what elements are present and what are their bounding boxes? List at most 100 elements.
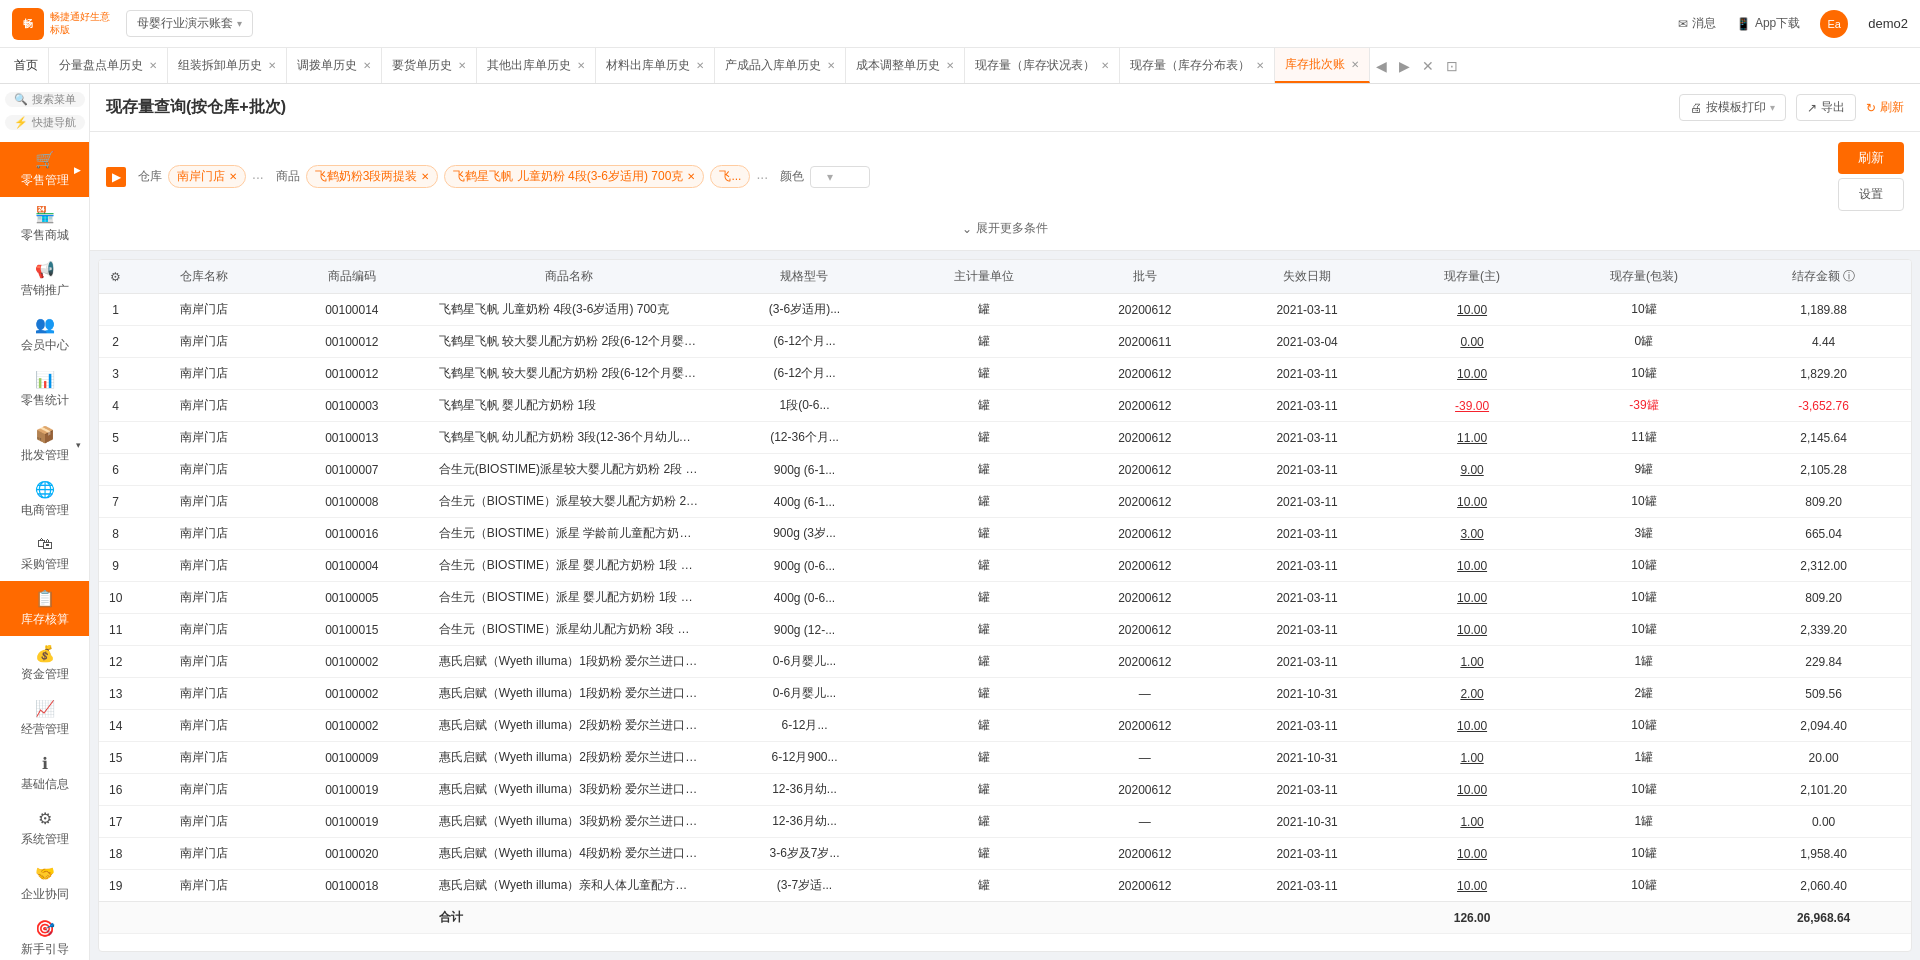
sidebar-item-marketing[interactable]: 📢 营销推广 bbox=[0, 252, 89, 307]
tab-split-inventory[interactable]: 分量盘点单历史 ✕ bbox=[49, 48, 168, 83]
tab-disassemble[interactable]: 组装拆卸单历史 ✕ bbox=[168, 48, 287, 83]
tab-transfer[interactable]: 调拨单历史 ✕ bbox=[287, 48, 382, 83]
product-tag-more[interactable]: 飞... bbox=[710, 165, 750, 188]
sidebar-item-basic-info[interactable]: ℹ 基础信息 bbox=[0, 746, 89, 801]
row-qty-main[interactable]: 2.00 bbox=[1392, 678, 1551, 710]
row-qty-main[interactable]: 10.00 bbox=[1392, 294, 1551, 326]
warehouse-more-button[interactable]: ··· bbox=[252, 169, 264, 185]
app-selector[interactable]: 母婴行业演示账套 ▾ bbox=[126, 10, 253, 37]
sidebar-nav-button[interactable]: ⚡ 快捷导航 bbox=[5, 115, 85, 130]
tab-material-out[interactable]: 材料出库单历史 ✕ bbox=[596, 48, 715, 83]
row-expire: 2021-10-31 bbox=[1222, 678, 1393, 710]
color-filter-input[interactable]: ▾ bbox=[810, 166, 870, 188]
expand-more-button[interactable]: ⌄ 展开更多条件 bbox=[106, 217, 1904, 240]
row-qty-main[interactable]: 9.00 bbox=[1392, 454, 1551, 486]
sidebar-item-member-center[interactable]: 👥 会员中心 bbox=[0, 307, 89, 362]
warehouse-tag[interactable]: 南岸门店 ✕ bbox=[168, 165, 246, 188]
sidebar-item-retail-mgmt[interactable]: 🛒 零售管理 ▶ bbox=[0, 142, 89, 197]
row-qty-main[interactable]: 11.00 bbox=[1392, 422, 1551, 454]
row-qty-main[interactable]: 10.00 bbox=[1392, 838, 1551, 870]
row-qty-main[interactable]: 1.00 bbox=[1392, 646, 1551, 678]
tab-close-icon[interactable]: ✕ bbox=[268, 60, 276, 71]
product-tag-2[interactable]: 飞鹤星飞帆 儿童奶粉 4段(3-6岁适用) 700克 ✕ bbox=[444, 165, 704, 188]
total-qty: 126.00 bbox=[1392, 902, 1551, 934]
avatar[interactable]: Ea bbox=[1820, 10, 1848, 38]
message-button[interactable]: ✉ 消息 bbox=[1678, 15, 1716, 32]
sidebar-item-ecommerce[interactable]: 🌐 电商管理 bbox=[0, 472, 89, 527]
tab-label: 材料出库单历史 bbox=[606, 57, 690, 74]
sidebar-item-retail-stats[interactable]: 📊 零售统计 bbox=[0, 362, 89, 417]
refresh-button[interactable]: ↻ 刷新 bbox=[1866, 99, 1904, 116]
warehouse-tag-close-icon[interactable]: ✕ bbox=[229, 171, 237, 182]
row-warehouse: 南岸门店 bbox=[132, 358, 275, 390]
product-tag-1[interactable]: 飞鹤奶粉3段两提装 ✕ bbox=[306, 165, 439, 188]
tab-close-icon[interactable]: ✕ bbox=[696, 60, 704, 71]
product-tag-1-close-icon[interactable]: ✕ bbox=[421, 171, 429, 182]
sidebar-item-inventory[interactable]: 📋 库存核算 bbox=[0, 581, 89, 636]
tab-close-icon[interactable]: ✕ bbox=[149, 60, 157, 71]
row-expire: 2021-03-11 bbox=[1222, 582, 1393, 614]
row-unit: 罐 bbox=[900, 422, 1068, 454]
tab-requisition[interactable]: 要货单历史 ✕ bbox=[382, 48, 477, 83]
tab-more-button[interactable]: ⊡ bbox=[1440, 48, 1464, 83]
app-download-button[interactable]: 📱 App下载 bbox=[1736, 15, 1800, 32]
row-qty-main[interactable]: 10.00 bbox=[1392, 870, 1551, 902]
row-qty-main[interactable]: 10.00 bbox=[1392, 710, 1551, 742]
row-amount: -3,652.76 bbox=[1736, 390, 1911, 422]
tab-close-icon[interactable]: ✕ bbox=[946, 60, 954, 71]
export-button[interactable]: ↗ 导出 bbox=[1796, 94, 1856, 121]
row-qty-main[interactable]: 10.00 bbox=[1392, 358, 1551, 390]
row-qty-pkg: 3罐 bbox=[1552, 518, 1736, 550]
row-name: 惠氏启赋（Wyeth illuma）亲和人体儿童配方奶粉4段（3... bbox=[429, 870, 709, 902]
tab-label: 其他出库单历史 bbox=[487, 57, 571, 74]
row-qty-main[interactable]: 10.00 bbox=[1392, 550, 1551, 582]
row-qty-main[interactable]: 1.00 bbox=[1392, 742, 1551, 774]
tab-next-button[interactable]: ▶ bbox=[1393, 48, 1416, 83]
row-qty-main[interactable]: 10.00 bbox=[1392, 614, 1551, 646]
tab-close-icon[interactable]: ✕ bbox=[458, 60, 466, 71]
product-more-button[interactable]: ··· bbox=[756, 169, 768, 185]
tab-product-in[interactable]: 产成品入库单历史 ✕ bbox=[715, 48, 846, 83]
tab-close-icon[interactable]: ✕ bbox=[363, 60, 371, 71]
row-qty-main[interactable]: 10.00 bbox=[1392, 582, 1551, 614]
row-name: 飞鹤星飞帆 较大婴儿配方奶粉 2段(6-12个月婴幼儿适用) ... bbox=[429, 358, 709, 390]
template-print-button[interactable]: 🖨 按模板打印 ▾ bbox=[1679, 94, 1786, 121]
tab-close-icon[interactable]: ✕ bbox=[827, 60, 835, 71]
tab-batch-account[interactable]: 库存批次账 ✕ bbox=[1275, 48, 1370, 83]
sidebar-item-operation[interactable]: 📈 经营管理 bbox=[0, 691, 89, 746]
row-expire: 2021-03-11 bbox=[1222, 838, 1393, 870]
tab-prev-button[interactable]: ◀ bbox=[1370, 48, 1393, 83]
sidebar-item-enterprise[interactable]: 🤝 企业协同 bbox=[0, 856, 89, 911]
sidebar-search-button[interactable]: 🔍 搜索菜单 bbox=[5, 92, 85, 107]
sidebar-item-finance[interactable]: 💰 资金管理 bbox=[0, 636, 89, 691]
tab-home[interactable]: 首页 bbox=[4, 48, 49, 83]
row-qty-main[interactable]: 0.00 bbox=[1392, 326, 1551, 358]
tab-label: 现存量（库存状况表） bbox=[975, 57, 1095, 74]
sidebar-item-retail-mall[interactable]: 🏪 零售商城 bbox=[0, 197, 89, 252]
row-qty-main[interactable]: 3.00 bbox=[1392, 518, 1551, 550]
sidebar-item-purchase[interactable]: 🛍 采购管理 bbox=[0, 527, 89, 581]
tab-cost-adjust[interactable]: 成本调整单历史 ✕ bbox=[846, 48, 965, 83]
query-button[interactable]: 刷新 bbox=[1838, 142, 1904, 174]
col-settings[interactable]: ⚙ bbox=[99, 260, 132, 294]
row-qty-main[interactable]: 10.00 bbox=[1392, 774, 1551, 806]
tab-close-all-button[interactable]: ✕ bbox=[1416, 48, 1440, 83]
tab-close-icon[interactable]: ✕ bbox=[1351, 59, 1359, 70]
filter-toggle-button[interactable]: ▶ bbox=[106, 167, 126, 187]
tab-close-icon[interactable]: ✕ bbox=[1256, 60, 1264, 71]
tab-close-icon[interactable]: ✕ bbox=[577, 60, 585, 71]
sidebar-item-guide[interactable]: 🎯 新手引导 bbox=[0, 911, 89, 960]
tab-inventory-status[interactable]: 现存量（库存状况表） ✕ bbox=[965, 48, 1120, 83]
tab-inventory-dist[interactable]: 现存量（库存分布表） ✕ bbox=[1120, 48, 1275, 83]
sidebar-item-wholesale[interactable]: 📦 批发管理 ▾ bbox=[0, 417, 89, 472]
product-tag-2-close-icon[interactable]: ✕ bbox=[687, 171, 695, 182]
table-row: 2 南岸门店 00100012 飞鹤星飞帆 较大婴儿配方奶粉 2段(6-12个月… bbox=[99, 326, 1911, 358]
row-no: 17 bbox=[99, 806, 132, 838]
tab-close-icon[interactable]: ✕ bbox=[1101, 60, 1109, 71]
sidebar-item-system[interactable]: ⚙ 系统管理 bbox=[0, 801, 89, 856]
row-qty-main[interactable]: -39.00 bbox=[1392, 390, 1551, 422]
row-qty-main[interactable]: 10.00 bbox=[1392, 486, 1551, 518]
row-qty-main[interactable]: 1.00 bbox=[1392, 806, 1551, 838]
tab-other-out[interactable]: 其他出库单历史 ✕ bbox=[477, 48, 596, 83]
settings-button[interactable]: 设置 bbox=[1838, 178, 1904, 211]
